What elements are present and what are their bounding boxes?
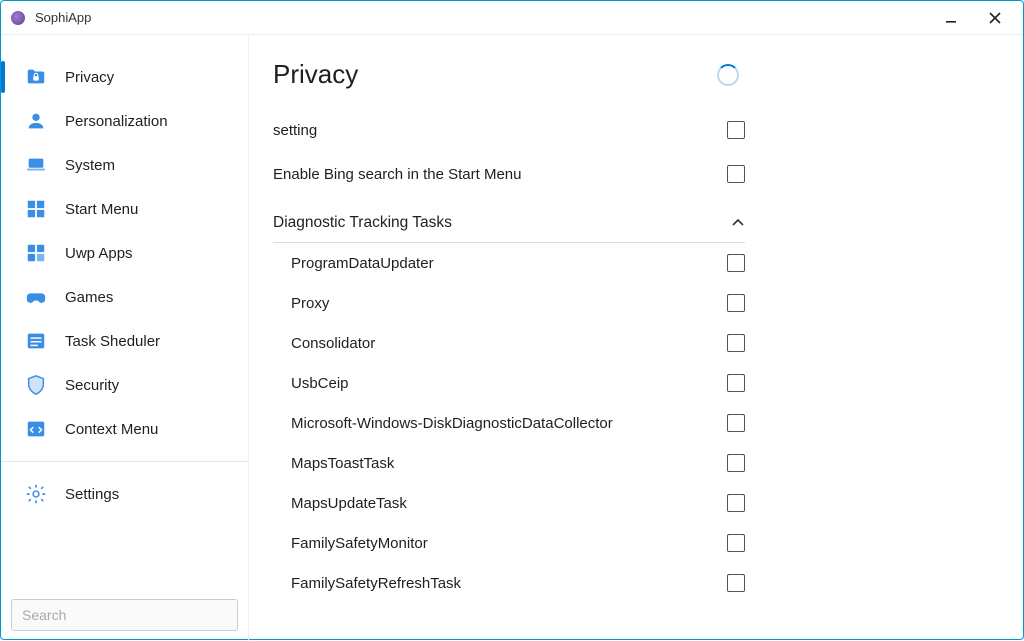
sidebar-item-settings[interactable]: Settings: [1, 472, 248, 516]
checkbox[interactable]: [727, 374, 745, 392]
right-rail: [769, 35, 1023, 641]
search-input[interactable]: [11, 599, 238, 631]
task-label: Proxy: [291, 295, 727, 312]
folder-lock-icon: [25, 66, 47, 88]
checkbox[interactable]: [727, 121, 745, 139]
sidebar-item-uwp-apps[interactable]: Uwp Apps: [1, 231, 248, 275]
task-row: Microsoft-Windows-DiskDiagnosticDataColl…: [273, 403, 745, 443]
section-title: Diagnostic Tracking Tasks: [273, 214, 731, 232]
setting-row: Enable Bing search in the Start Menu: [273, 152, 745, 196]
setting-row: setting: [273, 108, 745, 152]
content-pane: Privacy setting Enable Bing search in th…: [249, 35, 769, 641]
task-row: UsbCeip: [273, 363, 745, 403]
task-label: MapsUpdateTask: [291, 495, 727, 512]
gamepad-icon: [25, 286, 47, 308]
sidebar-item-personalization[interactable]: Personalization: [1, 99, 248, 143]
checkbox[interactable]: [727, 574, 745, 592]
sidebar-item-label: Security: [65, 377, 119, 394]
person-icon: [25, 110, 47, 132]
close-button[interactable]: [973, 3, 1017, 33]
task-list-icon: [25, 330, 47, 352]
windows-icon: [25, 198, 47, 220]
sidebar-item-label: Uwp Apps: [65, 245, 133, 262]
sidebar-item-label: Task Sheduler: [65, 333, 160, 350]
section-header-diagnostic-tasks[interactable]: Diagnostic Tracking Tasks: [273, 196, 745, 243]
shield-icon: [25, 374, 47, 396]
loading-spinner-icon: [717, 64, 739, 86]
task-row: Proxy: [273, 283, 745, 323]
app-icon: [11, 11, 25, 25]
apps-icon: [25, 242, 47, 264]
sidebar-item-context-menu[interactable]: Context Menu: [1, 407, 248, 451]
task-row: Consolidator: [273, 323, 745, 363]
task-row: MapsToastTask: [273, 443, 745, 483]
checkbox[interactable]: [727, 534, 745, 552]
task-row: FamilySafetyRefreshTask: [273, 563, 745, 603]
code-window-icon: [25, 418, 47, 440]
task-label: Consolidator: [291, 335, 727, 352]
nav-divider: [1, 461, 248, 462]
sidebar-item-label: Privacy: [65, 69, 114, 86]
gear-icon: [25, 483, 47, 505]
checkbox[interactable]: [727, 414, 745, 432]
checkbox[interactable]: [727, 165, 745, 183]
sidebar-item-system[interactable]: System: [1, 143, 248, 187]
window-controls: [929, 3, 1017, 33]
task-label: ProgramDataUpdater: [291, 255, 727, 272]
task-label: Microsoft-Windows-DiskDiagnosticDataColl…: [291, 415, 727, 432]
page-title: Privacy: [273, 59, 717, 90]
sidebar-item-label: Personalization: [65, 113, 168, 130]
sidebar-item-task-scheduler[interactable]: Task Sheduler: [1, 319, 248, 363]
sidebar-item-label: Settings: [65, 486, 119, 503]
setting-label: setting: [273, 122, 727, 139]
checkbox[interactable]: [727, 334, 745, 352]
sidebar-item-label: Games: [65, 289, 113, 306]
app-title: SophiApp: [35, 10, 91, 25]
task-row: FamilySafetyMonitor: [273, 523, 745, 563]
setting-label: Enable Bing search in the Start Menu: [273, 166, 727, 183]
sidebar-item-start-menu[interactable]: Start Menu: [1, 187, 248, 231]
task-label: UsbCeip: [291, 375, 727, 392]
checkbox[interactable]: [727, 294, 745, 312]
task-label: FamilySafetyRefreshTask: [291, 575, 727, 592]
sidebar: Privacy Personalization System Start Men…: [1, 35, 249, 641]
sidebar-item-privacy[interactable]: Privacy: [1, 55, 248, 99]
laptop-icon: [25, 154, 47, 176]
chevron-up-icon: [731, 216, 745, 230]
sidebar-item-label: Context Menu: [65, 421, 158, 438]
sidebar-item-label: Start Menu: [65, 201, 138, 218]
checkbox[interactable]: [727, 254, 745, 272]
nav-list: Privacy Personalization System Start Men…: [1, 55, 248, 516]
sidebar-item-games[interactable]: Games: [1, 275, 248, 319]
task-label: MapsToastTask: [291, 455, 727, 472]
sidebar-item-security[interactable]: Security: [1, 363, 248, 407]
task-list: ProgramDataUpdater Proxy Consolidator Us…: [273, 243, 745, 603]
titlebar: SophiApp: [1, 1, 1023, 35]
task-label: FamilySafetyMonitor: [291, 535, 727, 552]
minimize-button[interactable]: [929, 3, 973, 33]
task-row: MapsUpdateTask: [273, 483, 745, 523]
sidebar-item-label: System: [65, 157, 115, 174]
checkbox[interactable]: [727, 454, 745, 472]
task-row: ProgramDataUpdater: [273, 243, 745, 283]
checkbox[interactable]: [727, 494, 745, 512]
